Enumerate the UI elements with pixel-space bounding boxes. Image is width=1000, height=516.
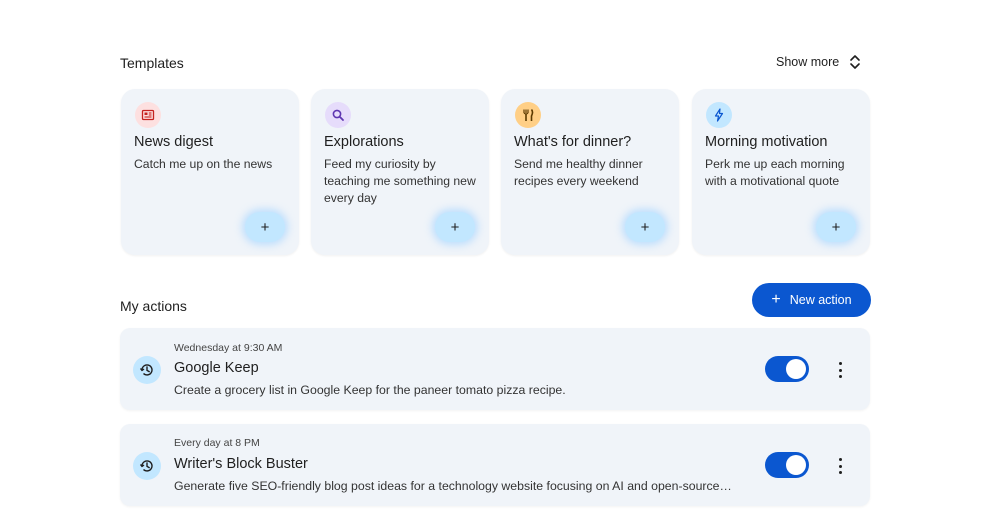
show-more-label: Show more: [776, 55, 840, 69]
toggle-knob: [786, 455, 806, 475]
more-options-icon[interactable]: [834, 458, 846, 474]
template-title: News digest: [134, 134, 213, 150]
action-description: Create a grocery list in Google Keep for…: [174, 383, 566, 397]
template-title: Explorations: [324, 134, 404, 150]
template-card-news-digest[interactable]: News digest Catch me up on the news +: [121, 89, 299, 255]
bolt-icon: [706, 102, 732, 128]
template-title: What's for dinner?: [514, 134, 632, 150]
more-options-icon[interactable]: [834, 362, 846, 378]
template-card-whats-for-dinner[interactable]: What's for dinner? Send me healthy dinne…: [501, 89, 679, 255]
template-description: Feed my curiosity by teaching me somethi…: [324, 157, 476, 205]
action-enabled-toggle[interactable]: [765, 356, 809, 382]
newspaper-icon: [135, 102, 161, 128]
action-description: Generate five SEO-friendly blog post ide…: [174, 479, 732, 493]
template-description: Perk me up each morning with a motivatio…: [705, 157, 845, 188]
new-action-label: New action: [789, 293, 852, 307]
action-name: Writer's Block Buster: [174, 456, 308, 472]
history-icon: [133, 356, 161, 384]
action-name: Google Keep: [174, 360, 259, 376]
utensils-icon: [515, 102, 541, 128]
add-template-button[interactable]: +: [816, 212, 856, 242]
unfold-icon: [850, 55, 861, 69]
add-template-button[interactable]: +: [245, 212, 285, 242]
add-template-button[interactable]: +: [435, 212, 475, 242]
show-more-button[interactable]: Show more: [776, 54, 861, 70]
templates-heading: Templates: [120, 55, 184, 71]
action-schedule: Every day at 8 PM: [174, 437, 260, 449]
template-card-explorations[interactable]: Explorations Feed my curiosity by teachi…: [311, 89, 489, 255]
template-card-morning-motivation[interactable]: Morning motivation Perk me up each morni…: [692, 89, 870, 255]
toggle-knob: [786, 359, 806, 379]
history-icon: [133, 452, 161, 480]
action-schedule: Wednesday at 9:30 AM: [174, 342, 283, 354]
my-actions-heading: My actions: [120, 298, 187, 314]
plus-icon: +: [771, 291, 781, 308]
action-row-writers-block-buster[interactable]: Every day at 8 PM Writer's Block Buster …: [120, 424, 870, 506]
new-action-button[interactable]: + New action: [752, 283, 871, 317]
action-enabled-toggle[interactable]: [765, 452, 809, 478]
template-description: Catch me up on the news: [134, 157, 273, 171]
search-icon: [325, 102, 351, 128]
action-row-google-keep[interactable]: Wednesday at 9:30 AM Google Keep Create …: [120, 328, 870, 410]
template-description: Send me healthy dinner recipes every wee…: [514, 157, 643, 188]
template-title: Morning motivation: [705, 134, 828, 150]
add-template-button[interactable]: +: [625, 212, 665, 242]
